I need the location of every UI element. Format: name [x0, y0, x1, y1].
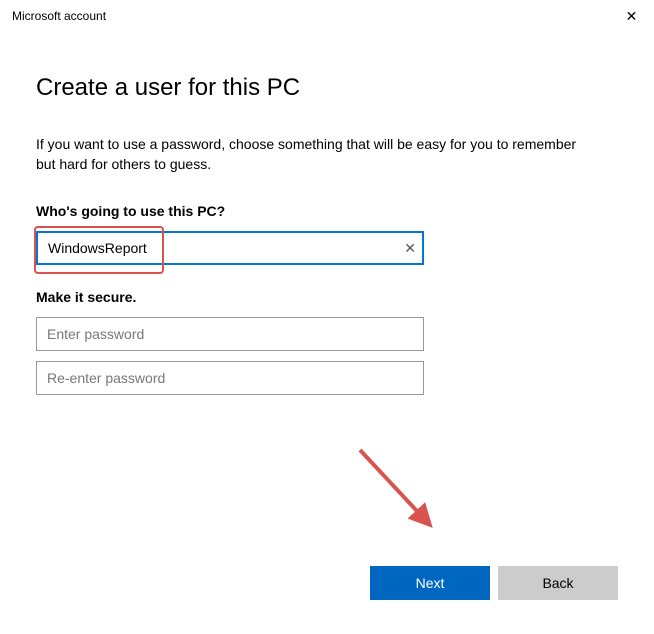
username-row: ✕: [36, 231, 618, 265]
close-icon: ✕: [626, 8, 638, 25]
clear-icon: ✕: [404, 240, 416, 256]
content-area: Create a user for this PC If you want to…: [0, 32, 654, 395]
reenter-password-input[interactable]: [36, 361, 424, 395]
password-input[interactable]: [36, 317, 424, 351]
annotation-arrow-icon: [350, 440, 460, 550]
password-section-label: Make it secure.: [36, 289, 618, 305]
username-label: Who's going to use this PC?: [36, 203, 618, 219]
reenter-password-row: [36, 361, 424, 395]
page-title: Create a user for this PC: [36, 74, 618, 102]
username-input-wrap: ✕: [36, 231, 424, 265]
username-input[interactable]: [36, 231, 424, 265]
clear-input-button[interactable]: ✕: [404, 241, 416, 255]
password-row: [36, 317, 424, 351]
window-title: Microsoft account: [12, 9, 106, 23]
next-button[interactable]: Next: [370, 566, 490, 600]
page-description: If you want to use a password, choose so…: [36, 134, 596, 175]
footer-buttons: Next Back: [370, 566, 618, 600]
close-button[interactable]: ✕: [609, 0, 654, 32]
back-button[interactable]: Back: [498, 566, 618, 600]
titlebar: Microsoft account ✕: [0, 0, 654, 32]
